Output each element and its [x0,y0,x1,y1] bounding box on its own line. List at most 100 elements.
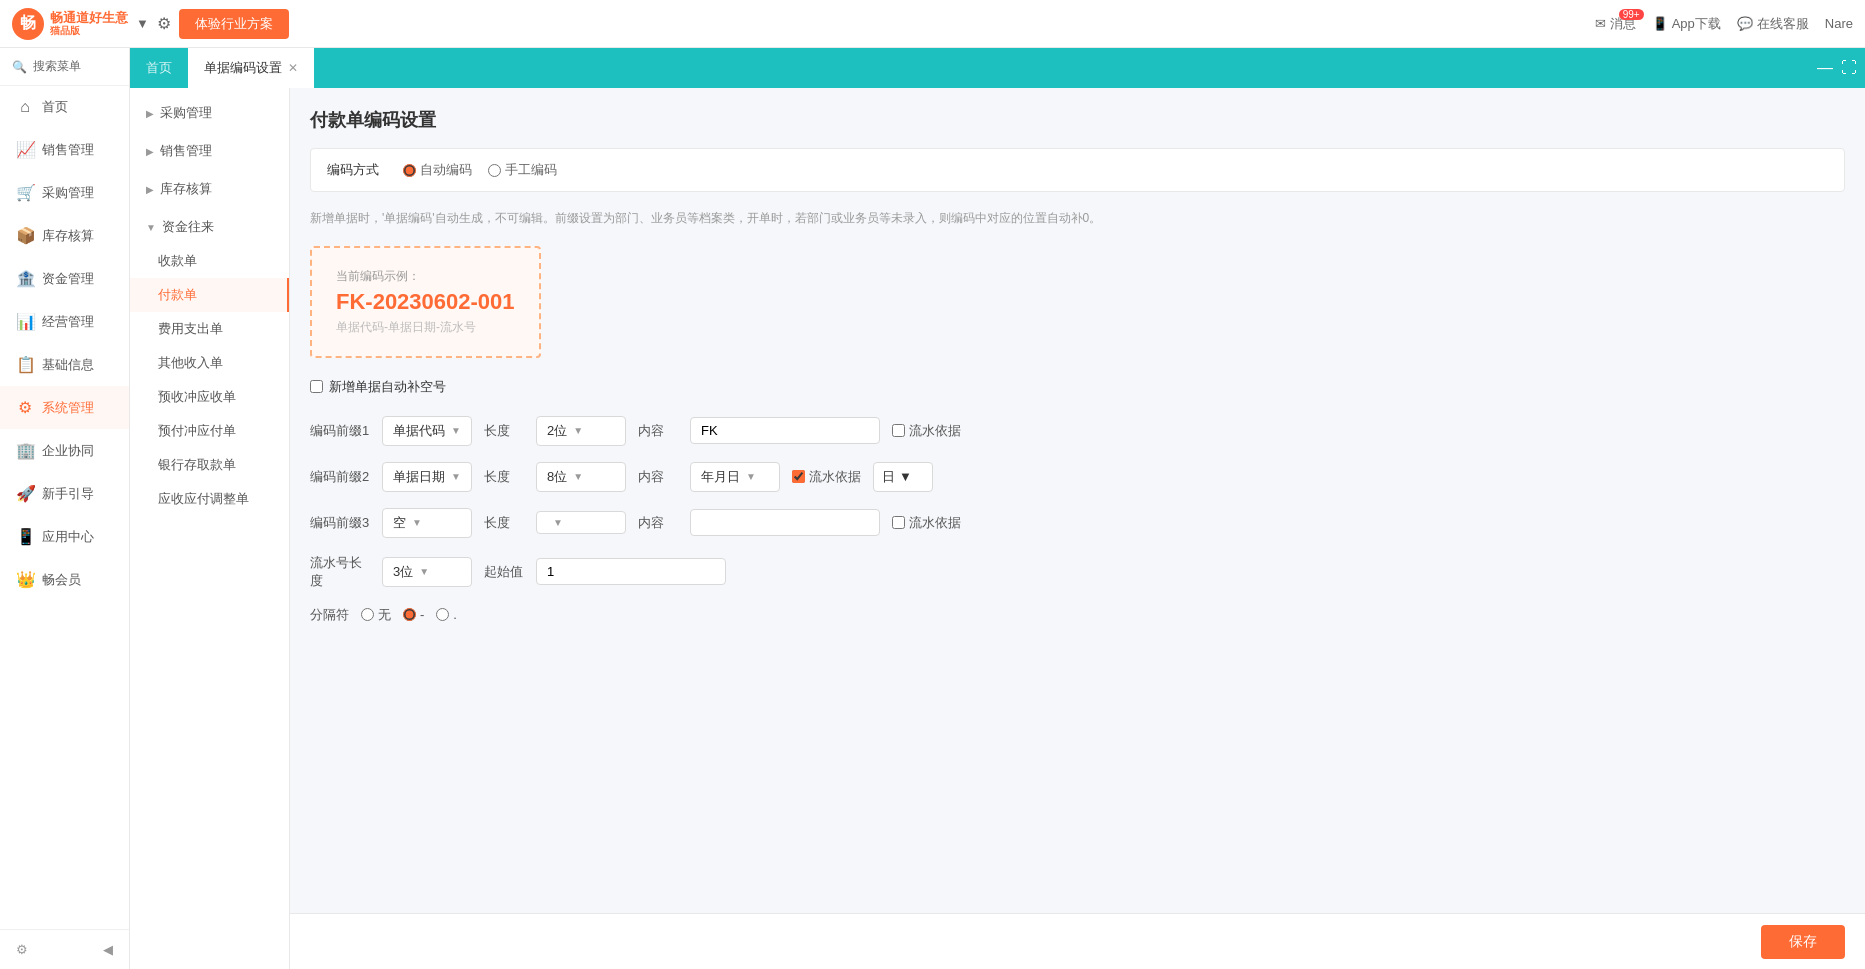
message-button[interactable]: ✉ 消息 99+ [1595,15,1636,33]
sep-dash-option[interactable]: - [403,607,424,622]
sidebar-search[interactable]: 🔍 搜索菜单 [0,48,129,86]
sidebar-item-label: 基础信息 [42,356,94,374]
prefix3-select[interactable]: 空 ▼ [382,508,472,538]
sub-sidebar: ▶ 采购管理 ▶ 销售管理 ▶ 库存核算 [130,88,290,969]
serial-length-label: 流水号长度 [310,554,370,590]
content2-select[interactable]: 年月日 ▼ [690,462,780,492]
sep-none-option[interactable]: 无 [361,606,391,624]
start-value-input[interactable] [536,558,726,585]
logo-sub: 猫品版 [50,25,128,37]
sub-item-receipt[interactable]: 收款单 [130,244,289,278]
stream3-checkbox-row: 流水依据 [892,514,961,532]
logo-area: 畅 畅通道好生意 猫品版 [12,8,128,40]
guide-icon: 🚀 [16,484,34,503]
main-area: 首页 单据编码设置 ✕ — ⛶ ▶ 采购管理 [130,48,1865,969]
prefix3-label: 编码前缀3 [310,514,370,532]
manual-encoding-option[interactable]: 手工编码 [488,161,557,179]
tab-home[interactable]: 首页 [130,48,188,88]
dropdown-icon: ▼ [419,566,429,577]
sep-dot-option[interactable]: . [436,607,457,622]
sidebar-item-sales[interactable]: 📈 销售管理 [0,128,129,171]
user-button[interactable]: Nare [1825,16,1853,31]
prefix2-row: 编码前缀2 单据日期 ▼ 长度 8位 ▼ 内容 年月日 [310,462,1845,492]
content3-input[interactable] [690,509,880,536]
tab-home-label: 首页 [146,59,172,77]
sub-group-sales-title[interactable]: ▶ 销售管理 [130,134,289,168]
length1-select[interactable]: 2位 ▼ [536,416,626,446]
stream1-checkbox[interactable] [892,424,905,437]
sidebar-item-system[interactable]: ⚙ 系统管理 [0,386,129,429]
sidebar-nav: ⌂ 首页 📈 销售管理 🛒 采购管理 📦 库存核算 🏦 资金管理 📊 经营 [0,86,129,929]
page-title: 付款单编码设置 [310,108,1845,132]
sub-item-bank-deposit[interactable]: 银行存取款单 [130,448,289,482]
apps-icon: 📱 [16,527,34,546]
sidebar-item-label: 库存核算 [42,227,94,245]
manual-encoding-radio[interactable] [488,164,501,177]
content2-label: 内容 [638,468,678,486]
sub-group-inventory-title[interactable]: ▶ 库存核算 [130,172,289,206]
length2-select[interactable]: 8位 ▼ [536,462,626,492]
sub-item-prepay-payable[interactable]: 预付冲应付单 [130,414,289,448]
sidebar-item-apps[interactable]: 📱 应用中心 [0,515,129,558]
tab-encoding[interactable]: 单据编码设置 ✕ [188,48,314,88]
sidebar-item-label: 经营管理 [42,313,94,331]
system-icon: ⚙ [16,398,34,417]
sidebar-item-finance[interactable]: 🏦 资金管理 [0,257,129,300]
sub-item-other-income[interactable]: 其他收入单 [130,346,289,380]
auto-fill-checkbox[interactable] [310,380,323,393]
stream2-checkbox[interactable] [792,470,805,483]
preview-label: 当前编码示例： [336,268,515,285]
logo-text: 畅通道好生意 猫品版 [50,10,128,38]
dropdown-icon: ▼ [451,471,461,482]
sub-group-purchase-title[interactable]: ▶ 采购管理 [130,96,289,130]
enterprise-icon: 🏢 [16,441,34,460]
length3-select[interactable]: ▼ [536,511,626,534]
tab-close-icon[interactable]: ✕ [288,61,298,75]
sep-dot-radio[interactable] [436,608,449,621]
auto-encoding-option[interactable]: 自动编码 [403,161,472,179]
sidebar-item-enterprise[interactable]: 🏢 企业协同 [0,429,129,472]
auto-encoding-radio[interactable] [403,164,416,177]
logo-main: 畅通道好生意 [50,10,128,26]
serial-row: 流水号长度 3位 ▼ 起始值 [310,554,1845,590]
sep-none-label: 无 [378,606,391,624]
message-badge: 99+ [1619,9,1644,20]
prefix2-select[interactable]: 单据日期 ▼ [382,462,472,492]
sidebar-item-basic[interactable]: 📋 基础信息 [0,343,129,386]
sidebar-settings-icon[interactable]: ⚙ [16,942,28,957]
prefix1-select[interactable]: 单据代码 ▼ [382,416,472,446]
sidebar-item-home[interactable]: ⌂ 首页 [0,86,129,128]
serial-length-select[interactable]: 3位 ▼ [382,557,472,587]
encoding-method-label: 编码方式 [327,161,379,179]
sub-item-payment[interactable]: 付款单 [130,278,289,312]
chevron-down-icon: ▼ [136,16,149,31]
tab-minimize-icon[interactable]: — [1817,59,1833,77]
app-download-button[interactable]: 📱 App下载 [1652,15,1721,33]
sidebar-item-purchase[interactable]: 🛒 采购管理 [0,171,129,214]
sub-group-sales-label: 销售管理 [160,142,212,160]
member-icon: 👑 [16,570,34,589]
sidebar-item-operation[interactable]: 📊 经营管理 [0,300,129,343]
search-icon: 🔍 [12,60,27,74]
sep-dash-radio[interactable] [403,608,416,621]
save-button[interactable]: 保存 [1761,925,1845,959]
sub-group-sales: ▶ 销售管理 [130,134,289,168]
dropdown-icon: ▼ [573,425,583,436]
sep-none-radio[interactable] [361,608,374,621]
sub-item-prepay-receivable[interactable]: 预收冲应收单 [130,380,289,414]
content1-input[interactable] [690,417,880,444]
tab-expand-icon[interactable]: ⛶ [1841,59,1857,77]
online-service-button[interactable]: 💬 在线客服 [1737,15,1809,33]
industry-button[interactable]: 体验行业方案 [179,9,289,39]
stream2-unit-select[interactable]: 日 ▼ [873,462,933,492]
sidebar-item-member[interactable]: 👑 畅会员 [0,558,129,601]
sub-group-fund-title[interactable]: ▼ 资金往来 [130,210,289,244]
sub-item-payable-adjust[interactable]: 应收应付调整单 [130,482,289,516]
topbar-dropdown[interactable]: ▼ [136,16,149,31]
stream3-checkbox[interactable] [892,516,905,529]
sidebar-collapse-icon[interactable]: ◀ [103,942,113,957]
sidebar-item-inventory[interactable]: 📦 库存核算 [0,214,129,257]
sidebar-item-guide[interactable]: 🚀 新手引导 [0,472,129,515]
sub-item-expense[interactable]: 费用支出单 [130,312,289,346]
settings-icon[interactable]: ⚙ [157,14,171,33]
